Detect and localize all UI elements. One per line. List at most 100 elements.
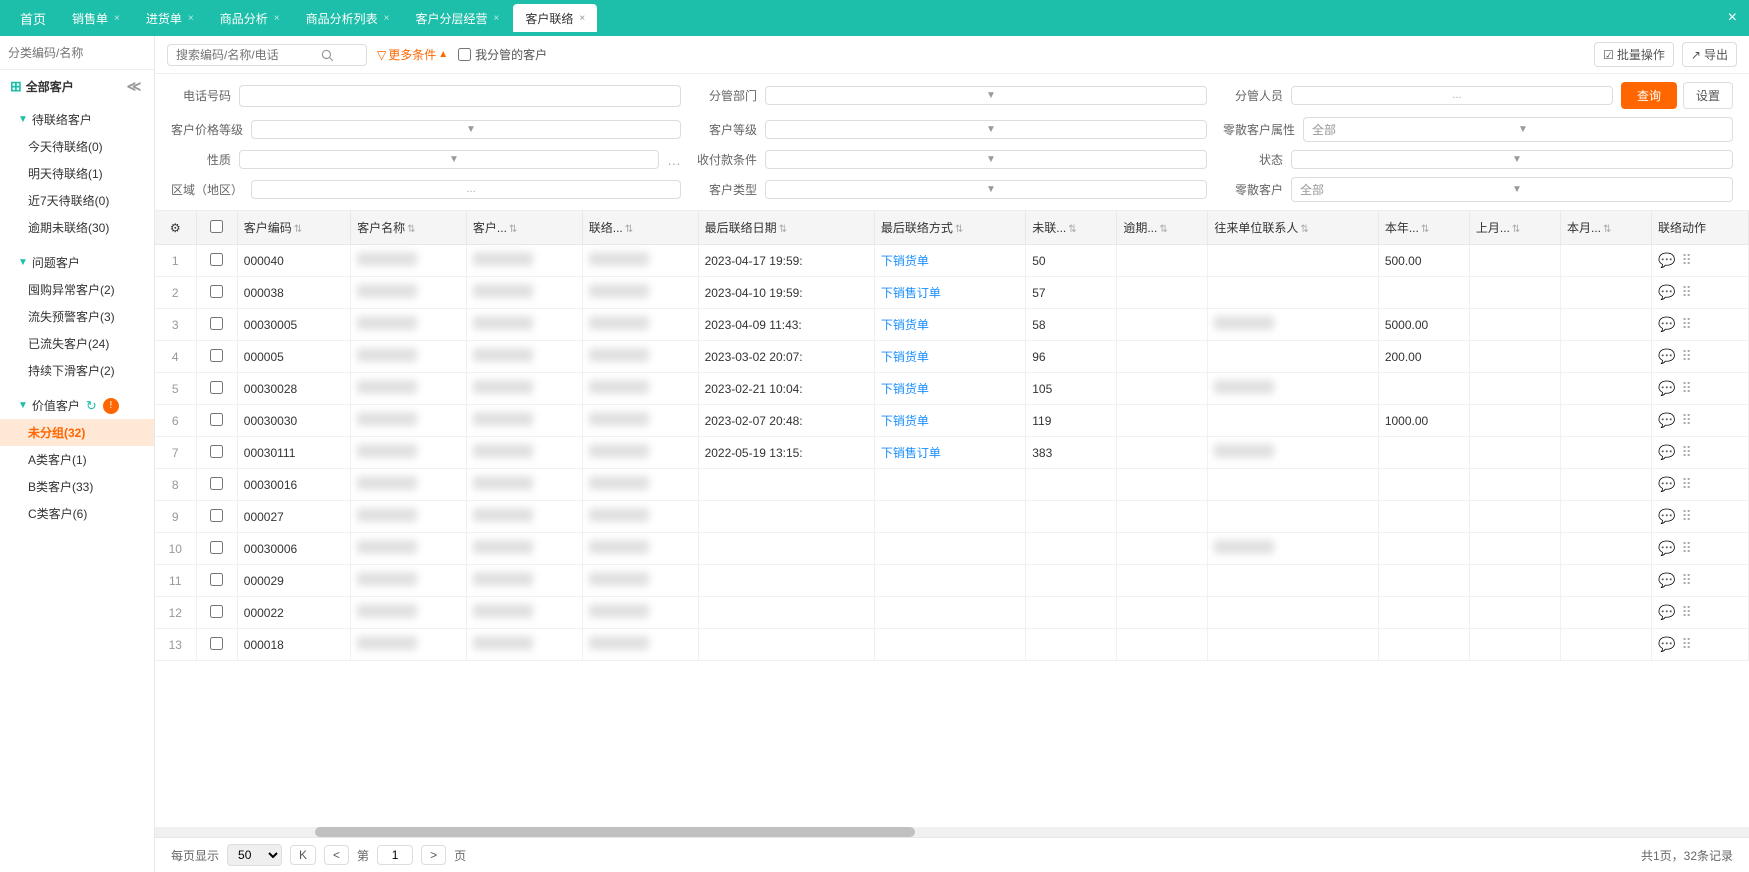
row-checkbox-7[interactable] [196,469,237,501]
row-checkbox-10[interactable] [196,565,237,597]
action-chat-icon[interactable]: 💬 [1658,636,1675,653]
churn-risk-item[interactable]: 流失预警客户(3) [0,303,154,330]
continuous-decline-item[interactable]: 持续下滑客户(2) [0,357,154,384]
horizontal-scrollbar[interactable] [155,827,1749,837]
action-chat-icon[interactable]: 💬 [1658,604,1675,621]
phone-input[interactable] [239,85,681,107]
action-more-icon[interactable]: ⠿ [1681,348,1691,365]
action-more-icon[interactable]: ⠿ [1681,444,1691,461]
scrollbar-thumb[interactable] [315,827,915,837]
select-all-checkbox[interactable] [210,220,223,233]
group-a-item[interactable]: A类客户(1) [0,446,154,473]
group-c-item[interactable]: C类客户(6) [0,500,154,527]
settings-col-header[interactable]: ⚙ [155,211,196,245]
close-customer-contact-tab[interactable]: × [579,13,585,24]
close-product-analysis-tab[interactable]: × [274,13,280,24]
close-product-analysis-list-tab[interactable]: × [384,13,390,24]
personnel-select[interactable]: … [1291,86,1613,105]
tab-product-analysis-list[interactable]: 商品分析列表 × [294,4,402,32]
action-more-icon[interactable]: ⠿ [1681,252,1691,269]
close-sales-tab[interactable]: × [114,13,120,24]
action-chat-icon[interactable]: 💬 [1658,412,1675,429]
all-customers-header[interactable]: ⊞ 全部客户 ≪ [0,70,154,102]
sidebar-search-input[interactable] [8,46,155,60]
my-customer-checkbox[interactable] [458,48,471,61]
customer-grade-select[interactable]: ▼ [765,120,1207,139]
action-more-icon[interactable]: ⠿ [1681,540,1691,557]
price-grade-select[interactable]: ▼ [251,120,681,139]
action-chat-icon[interactable]: 💬 [1658,284,1675,301]
action-chat-icon[interactable]: 💬 [1658,444,1675,461]
my-customer-filter[interactable]: 我分管的客户 [458,46,547,63]
tomorrow-pending-item[interactable]: 明天待联络(1) [0,160,154,187]
lost-customers-item[interactable]: 已流失客户(24) [0,330,154,357]
row-checkbox-2[interactable] [196,309,237,341]
action-more-icon[interactable]: ⠿ [1681,604,1691,621]
row-checkbox-11[interactable] [196,597,237,629]
action-chat-icon[interactable]: 💬 [1658,380,1675,397]
action-more-icon[interactable]: ⠿ [1681,572,1691,589]
payment-select[interactable]: ▼ [765,150,1207,169]
row-checkbox-4[interactable] [196,373,237,405]
action-more-icon[interactable]: ⠿ [1681,508,1691,525]
region-select[interactable]: … [251,180,681,199]
group-b-item[interactable]: B类客户(33) [0,473,154,500]
batch-ops-btn[interactable]: ☑ 批量操作 [1594,42,1674,67]
more-conditions-btn[interactable]: ▽ 更多条件 ▲ [377,46,448,63]
action-chat-icon[interactable]: 💬 [1658,252,1675,269]
dept-select[interactable]: ▼ [765,86,1207,105]
row-checkbox-5[interactable] [196,405,237,437]
next-page-btn[interactable]: > [421,845,446,865]
action-chat-icon[interactable]: 💬 [1658,316,1675,333]
query-btn[interactable]: 查询 [1621,82,1677,109]
retail-customer-select[interactable]: 全部 ▼ [1291,177,1733,202]
retail-attr-select[interactable]: 全部 ▼ [1303,117,1733,142]
action-chat-icon[interactable]: 💬 [1658,540,1675,557]
recent7-pending-item[interactable]: 近7天待联络(0) [0,187,154,214]
row-checkbox-9[interactable] [196,533,237,565]
close-purchase-tab[interactable]: × [188,13,194,24]
page-input[interactable] [377,845,413,865]
action-more-icon[interactable]: ⠿ [1681,476,1691,493]
action-more-icon[interactable]: ⠿ [1681,636,1691,653]
row-checkbox-0[interactable] [196,245,237,277]
action-chat-icon[interactable]: 💬 [1658,348,1675,365]
per-page-select[interactable]: 50 100 200 [227,844,282,866]
tab-sales[interactable]: 销售单 × [60,4,132,32]
home-tab[interactable]: 首页 [8,9,58,28]
customer-type-select[interactable]: ▼ [765,180,1207,199]
status-select[interactable]: ▼ [1291,150,1733,169]
prev-page-btn[interactable]: < [324,845,349,865]
main-search-input[interactable] [176,48,316,62]
close-window-btn[interactable]: × [1724,5,1741,31]
overdue-pending-item[interactable]: 逾期未联络(30) [0,214,154,241]
action-chat-icon[interactable]: 💬 [1658,572,1675,589]
action-chat-icon[interactable]: 💬 [1658,508,1675,525]
tab-purchase[interactable]: 进货单 × [134,4,206,32]
action-more-icon[interactable]: ⠿ [1681,284,1691,301]
first-page-btn[interactable]: K [290,845,316,865]
tab-customer-contact[interactable]: 客户联络 × [513,4,597,32]
close-customer-seg-tab[interactable]: × [493,13,499,24]
refresh-icon[interactable]: ↻ [86,398,97,414]
today-pending-item[interactable]: 今天待联络(0) [0,133,154,160]
pending-contact-group[interactable]: ▼ 待联络客户 [0,106,154,133]
sidebar-collapse-btn[interactable]: ≪ [124,76,144,96]
tab-product-analysis[interactable]: 商品分析 × [208,4,292,32]
value-customers-group[interactable]: ▼ 价值客户 ↻ ! [0,392,154,419]
row-checkbox-8[interactable] [196,501,237,533]
nature-select[interactable]: ▼ [239,150,659,169]
action-more-icon[interactable]: ⠿ [1681,412,1691,429]
ungroup-item[interactable]: 未分组(32) [0,419,154,446]
export-btn[interactable]: ↗ 导出 [1682,42,1737,67]
problem-customers-group[interactable]: ▼ 问题客户 [0,249,154,276]
tab-customer-segmentation[interactable]: 客户分层经营 × [403,4,511,32]
row-checkbox-6[interactable] [196,437,237,469]
action-more-icon[interactable]: ⠿ [1681,316,1691,333]
row-checkbox-12[interactable] [196,629,237,661]
action-more-icon[interactable]: ⠿ [1681,380,1691,397]
abnormal-purchase-item[interactable]: 囤购异常客户(2) [0,276,154,303]
reset-btn[interactable]: 设置 [1683,82,1733,109]
row-checkbox-3[interactable] [196,341,237,373]
action-chat-icon[interactable]: 💬 [1658,476,1675,493]
